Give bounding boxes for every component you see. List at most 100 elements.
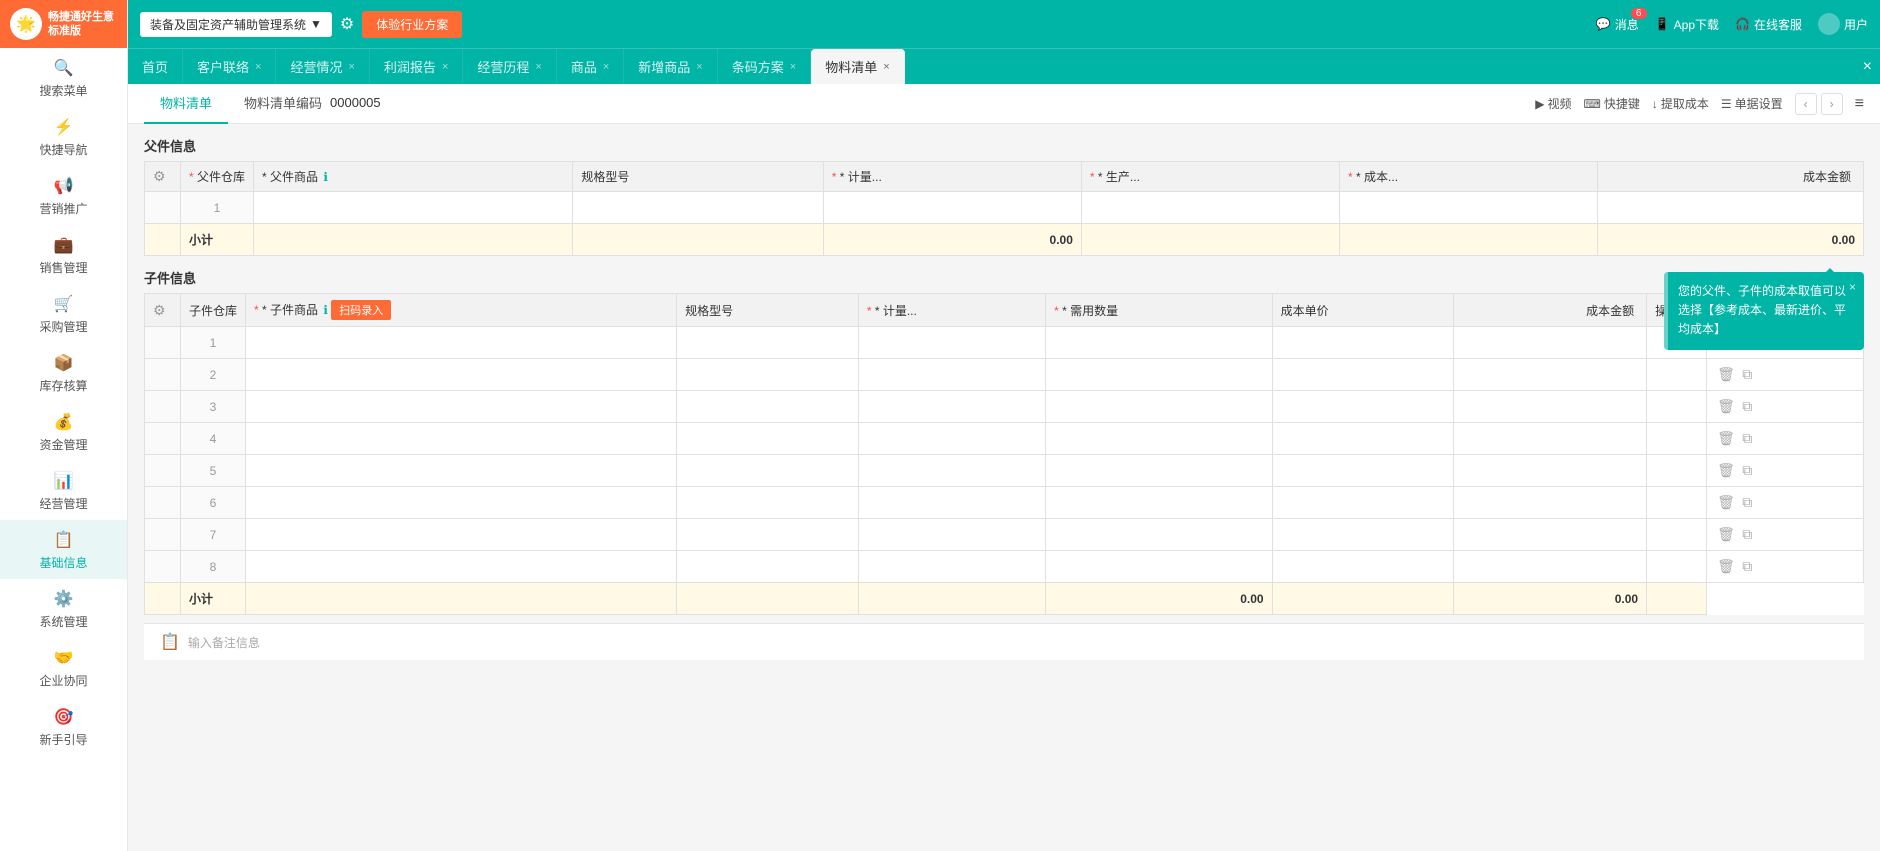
- tab-history[interactable]: 经营历程 ×: [463, 49, 556, 85]
- child-row-1-goods[interactable]: [677, 327, 859, 359]
- child-row-1-spec[interactable]: [858, 327, 1045, 359]
- child-row-3-warehouse[interactable]: [246, 391, 677, 423]
- sidebar-item-guide[interactable]: 🎯 新手引导: [0, 697, 127, 756]
- message-button[interactable]: 💬 消息 6: [1596, 16, 1639, 33]
- child-row-5-warehouse[interactable]: [246, 455, 677, 487]
- child-row-8-delete-icon[interactable]: 🗑: [1717, 558, 1735, 574]
- child-row-2-req-qty[interactable]: [1272, 359, 1454, 391]
- child-row-2-copy-icon[interactable]: ⧉: [1742, 366, 1752, 382]
- parent-row-1-spec[interactable]: [823, 192, 1081, 224]
- child-row-1-unit[interactable]: [1046, 327, 1272, 359]
- child-row-4-spec[interactable]: [858, 423, 1045, 455]
- child-row-1-req-qty[interactable]: [1272, 327, 1454, 359]
- tab-new-goods[interactable]: 新增商品 ×: [624, 49, 717, 85]
- child-row-1-warehouse[interactable]: [246, 327, 677, 359]
- tab-close-profit[interactable]: ×: [442, 61, 448, 73]
- child-row-2-warehouse[interactable]: [246, 359, 677, 391]
- child-row-5-delete-icon[interactable]: 🗑: [1717, 462, 1735, 478]
- child-row-3-delete-icon[interactable]: 🗑: [1717, 398, 1735, 414]
- parent-row-1-goods[interactable]: [573, 192, 823, 224]
- tab-close-goods[interactable]: ×: [603, 61, 609, 73]
- child-row-5-unit-cost[interactable]: [1454, 455, 1647, 487]
- child-row-7-spec[interactable]: [858, 519, 1045, 551]
- child-row-7-copy-icon[interactable]: ⧉: [1742, 526, 1752, 542]
- settings-gear-icon[interactable]: ⚙: [340, 14, 354, 34]
- child-row-3-unit[interactable]: [1046, 391, 1272, 423]
- tab-bar-close[interactable]: ×: [1863, 58, 1880, 76]
- child-row-5-req-qty[interactable]: [1272, 455, 1454, 487]
- tab-close-barcode[interactable]: ×: [790, 61, 796, 73]
- child-row-3-goods[interactable]: [677, 391, 859, 423]
- child-row-5-copy-icon[interactable]: ⧉: [1742, 462, 1752, 478]
- nav-next-button[interactable]: ›: [1821, 93, 1843, 115]
- sidebar-item-quick-nav[interactable]: ⚡ 快捷导航: [0, 107, 127, 166]
- system-title-dropdown-icon[interactable]: ▼: [310, 17, 322, 31]
- user-button[interactable]: 用户: [1818, 13, 1868, 35]
- child-row-2-unit-cost[interactable]: [1454, 359, 1647, 391]
- child-row-1-unit-cost[interactable]: [1454, 327, 1647, 359]
- extract-cost-button[interactable]: ↓ 提取成本: [1652, 95, 1709, 112]
- sub-tab-bom-list[interactable]: 物料清单: [144, 84, 228, 124]
- child-row-7-warehouse[interactable]: [246, 519, 677, 551]
- menu-icon[interactable]: ≡: [1855, 95, 1864, 113]
- parent-row-1-warehouse[interactable]: [254, 192, 573, 224]
- tab-close-bom[interactable]: ×: [883, 61, 889, 73]
- child-row-4-delete-icon[interactable]: 🗑: [1717, 430, 1735, 446]
- child-row-3-unit-cost[interactable]: [1454, 391, 1647, 423]
- child-row-8-unit-cost[interactable]: [1454, 551, 1647, 583]
- tab-close-new-goods[interactable]: ×: [696, 61, 702, 73]
- shortcuts-button[interactable]: ⌨ 快捷键: [1584, 95, 1640, 112]
- sidebar-item-finance[interactable]: 💰 资金管理: [0, 402, 127, 461]
- child-row-8-unit[interactable]: [1046, 551, 1272, 583]
- child-row-3-copy-icon[interactable]: ⧉: [1742, 398, 1752, 414]
- app-download-button[interactable]: 📱 App下载: [1655, 16, 1719, 33]
- child-row-6-spec[interactable]: [858, 487, 1045, 519]
- sidebar-item-basic-info[interactable]: 📋 基础信息: [0, 520, 127, 579]
- child-row-3-req-qty[interactable]: [1272, 391, 1454, 423]
- child-row-6-unit[interactable]: [1046, 487, 1272, 519]
- nav-prev-button[interactable]: ‹: [1795, 93, 1817, 115]
- parent-settings-gear-icon[interactable]: ⚙: [153, 168, 166, 184]
- tab-close-history[interactable]: ×: [535, 61, 541, 73]
- sidebar-item-search[interactable]: 🔍 搜索菜单: [0, 48, 127, 107]
- tab-barcode[interactable]: 条码方案 ×: [718, 49, 811, 85]
- tab-home[interactable]: 首页: [128, 49, 183, 85]
- sidebar-item-enterprise[interactable]: 🤝 企业协同: [0, 638, 127, 697]
- tooltip-close-button[interactable]: ×: [1849, 278, 1856, 297]
- child-row-8-req-qty[interactable]: [1272, 551, 1454, 583]
- tab-profit[interactable]: 利润报告 ×: [370, 49, 463, 85]
- child-row-2-delete-icon[interactable]: 🗑: [1717, 366, 1735, 382]
- child-row-4-warehouse[interactable]: [246, 423, 677, 455]
- sidebar-item-system[interactable]: ⚙️ 系统管理: [0, 579, 127, 638]
- experience-button[interactable]: 体验行业方案: [362, 11, 462, 38]
- child-row-8-copy-icon[interactable]: ⧉: [1742, 558, 1752, 574]
- sidebar-item-inventory[interactable]: 📦 库存核算: [0, 343, 127, 402]
- parent-row-1-cost[interactable]: [1598, 192, 1864, 224]
- child-row-2-unit[interactable]: [1046, 359, 1272, 391]
- child-row-7-req-qty[interactable]: [1272, 519, 1454, 551]
- tab-close-operation[interactable]: ×: [348, 61, 354, 73]
- sidebar-item-sales[interactable]: 💼 销售管理: [0, 225, 127, 284]
- child-row-2-spec[interactable]: [858, 359, 1045, 391]
- parent-row-1-unit[interactable]: [1081, 192, 1339, 224]
- tab-goods[interactable]: 商品 ×: [557, 49, 624, 85]
- child-row-5-goods[interactable]: [677, 455, 859, 487]
- child-row-4-unit-cost[interactable]: [1454, 423, 1647, 455]
- sidebar-item-operation[interactable]: 📊 经营管理: [0, 461, 127, 520]
- child-row-4-unit[interactable]: [1046, 423, 1272, 455]
- child-row-6-req-qty[interactable]: [1272, 487, 1454, 519]
- child-row-2-goods[interactable]: [677, 359, 859, 391]
- child-row-6-warehouse[interactable]: [246, 487, 677, 519]
- tab-operation[interactable]: 经营情况 ×: [276, 49, 369, 85]
- child-row-7-unit-cost[interactable]: [1454, 519, 1647, 551]
- tab-bom[interactable]: 物料清单 ×: [811, 49, 904, 85]
- child-settings-gear-icon[interactable]: ⚙: [153, 302, 166, 318]
- child-row-8-goods[interactable]: [677, 551, 859, 583]
- child-row-4-goods[interactable]: [677, 423, 859, 455]
- child-row-7-delete-icon[interactable]: 🗑: [1717, 526, 1735, 542]
- child-row-5-spec[interactable]: [858, 455, 1045, 487]
- tab-close-customer[interactable]: ×: [255, 61, 261, 73]
- child-row-6-copy-icon[interactable]: ⧉: [1742, 494, 1752, 510]
- single-settings-button[interactable]: ☰ 单据设置: [1721, 95, 1783, 112]
- sub-tab-bom-code[interactable]: 物料清单编码 0000005: [228, 84, 397, 124]
